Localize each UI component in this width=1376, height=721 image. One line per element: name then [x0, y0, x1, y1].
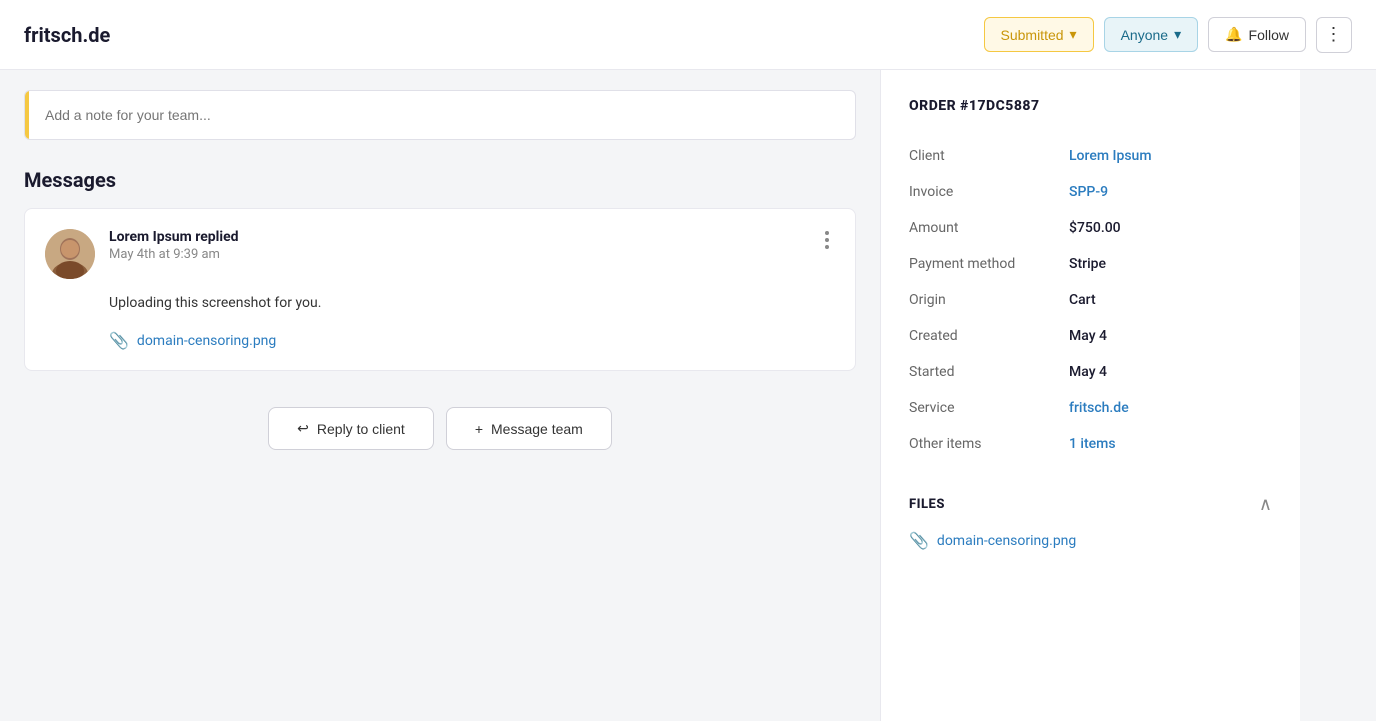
avatar — [45, 229, 95, 279]
attachment-link[interactable]: 📎 domain-censoring.png — [45, 331, 835, 350]
message-team-button[interactable]: + Message team — [446, 407, 612, 450]
reply-icon: ↩ — [297, 420, 309, 437]
order-row-client: Client Lorem Ipsum — [909, 138, 1272, 174]
order-row-amount: Amount $750.00 — [909, 210, 1272, 246]
order-label-created: Created — [909, 328, 1069, 344]
file-item: 📎 domain-censoring.png — [909, 531, 1272, 550]
files-section: FILES ∧ 📎 domain-censoring.png — [909, 494, 1272, 550]
order-label-payment-method: Payment method — [909, 256, 1069, 272]
files-title: FILES — [909, 497, 945, 512]
order-label-started: Started — [909, 364, 1069, 380]
messages-section-title: Messages — [24, 168, 856, 192]
plus-icon: + — [475, 421, 483, 437]
note-input[interactable] — [29, 91, 855, 139]
assignee-dropdown-icon: ▾ — [1174, 26, 1181, 43]
order-value-amount: $750.00 — [1069, 220, 1121, 236]
follow-button[interactable]: 🔔 Follow — [1208, 17, 1306, 52]
order-label-other-items: Other items — [909, 436, 1069, 452]
order-label-client: Client — [909, 148, 1069, 164]
order-row-service: Service fritsch.de — [909, 390, 1272, 426]
message-label: Message team — [491, 421, 583, 437]
main-layout: Messages Lorem Ipsum replied May 4th — [0, 70, 1376, 721]
message-time: May 4th at 9:39 am — [109, 247, 805, 262]
action-buttons: ↩ Reply to client + Message team — [24, 387, 856, 470]
order-value-other-items[interactable]: 1 items — [1069, 436, 1116, 452]
assignee-label: Anyone — [1121, 27, 1168, 43]
right-panel: ORDER #17DC5887 Client Lorem Ipsum Invoi… — [880, 70, 1300, 721]
order-row-other-items: Other items 1 items — [909, 426, 1272, 462]
file-paperclip-icon: 📎 — [909, 531, 929, 550]
files-toggle-button[interactable]: ∧ — [1259, 494, 1272, 515]
order-value-service[interactable]: fritsch.de — [1069, 400, 1129, 416]
more-button[interactable]: ⋮ — [1316, 17, 1352, 53]
order-row-origin: Origin Cart — [909, 282, 1272, 318]
message-body: Uploading this screenshot for you. — [45, 295, 835, 311]
order-label-service: Service — [909, 400, 1069, 416]
order-value-client[interactable]: Lorem Ipsum — [1069, 148, 1152, 164]
order-label-amount: Amount — [909, 220, 1069, 236]
order-row-created: Created May 4 — [909, 318, 1272, 354]
paperclip-icon: 📎 — [109, 331, 129, 350]
header: fritsch.de Submitted ▾ Anyone ▾ 🔔 Follow… — [0, 0, 1376, 70]
order-label-origin: Origin — [909, 292, 1069, 308]
order-value-origin: Cart — [1069, 292, 1096, 308]
attachment-filename: domain-censoring.png — [137, 333, 276, 349]
file-link[interactable]: domain-censoring.png — [937, 533, 1076, 549]
order-value-created: May 4 — [1069, 328, 1107, 344]
order-value-invoice[interactable]: SPP-9 — [1069, 184, 1108, 200]
header-actions: Submitted ▾ Anyone ▾ 🔔 Follow ⋮ — [984, 17, 1353, 53]
reply-to-client-button[interactable]: ↩ Reply to client — [268, 407, 434, 450]
order-row-invoice: Invoice SPP-9 — [909, 174, 1272, 210]
note-input-wrapper — [24, 90, 856, 140]
order-row-payment-method: Payment method Stripe — [909, 246, 1272, 282]
message-card: Lorem Ipsum replied May 4th at 9:39 am U… — [24, 208, 856, 371]
order-label-invoice: Invoice — [909, 184, 1069, 200]
reply-label: Reply to client — [317, 421, 405, 437]
app-title: fritsch.de — [24, 23, 984, 47]
assignee-button[interactable]: Anyone ▾ — [1104, 17, 1199, 52]
order-row-started: Started May 4 — [909, 354, 1272, 390]
order-value-payment-method: Stripe — [1069, 256, 1106, 272]
order-value-started: May 4 — [1069, 364, 1107, 380]
left-panel: Messages Lorem Ipsum replied May 4th — [0, 70, 880, 721]
follow-label: Follow — [1249, 27, 1289, 43]
order-details: Client Lorem Ipsum Invoice SPP-9 Amount … — [909, 138, 1272, 462]
status-dropdown-icon: ▾ — [1070, 26, 1077, 43]
message-options-button[interactable] — [819, 229, 835, 251]
message-header: Lorem Ipsum replied May 4th at 9:39 am — [45, 229, 835, 279]
message-author: Lorem Ipsum replied — [109, 229, 805, 245]
status-button[interactable]: Submitted ▾ — [984, 17, 1094, 52]
files-header: FILES ∧ — [909, 494, 1272, 515]
bell-icon: 🔔 — [1225, 26, 1242, 43]
order-title: ORDER #17DC5887 — [909, 98, 1272, 114]
more-icon: ⋮ — [1325, 24, 1344, 45]
status-label: Submitted — [1001, 27, 1064, 43]
message-meta: Lorem Ipsum replied May 4th at 9:39 am — [109, 229, 805, 262]
